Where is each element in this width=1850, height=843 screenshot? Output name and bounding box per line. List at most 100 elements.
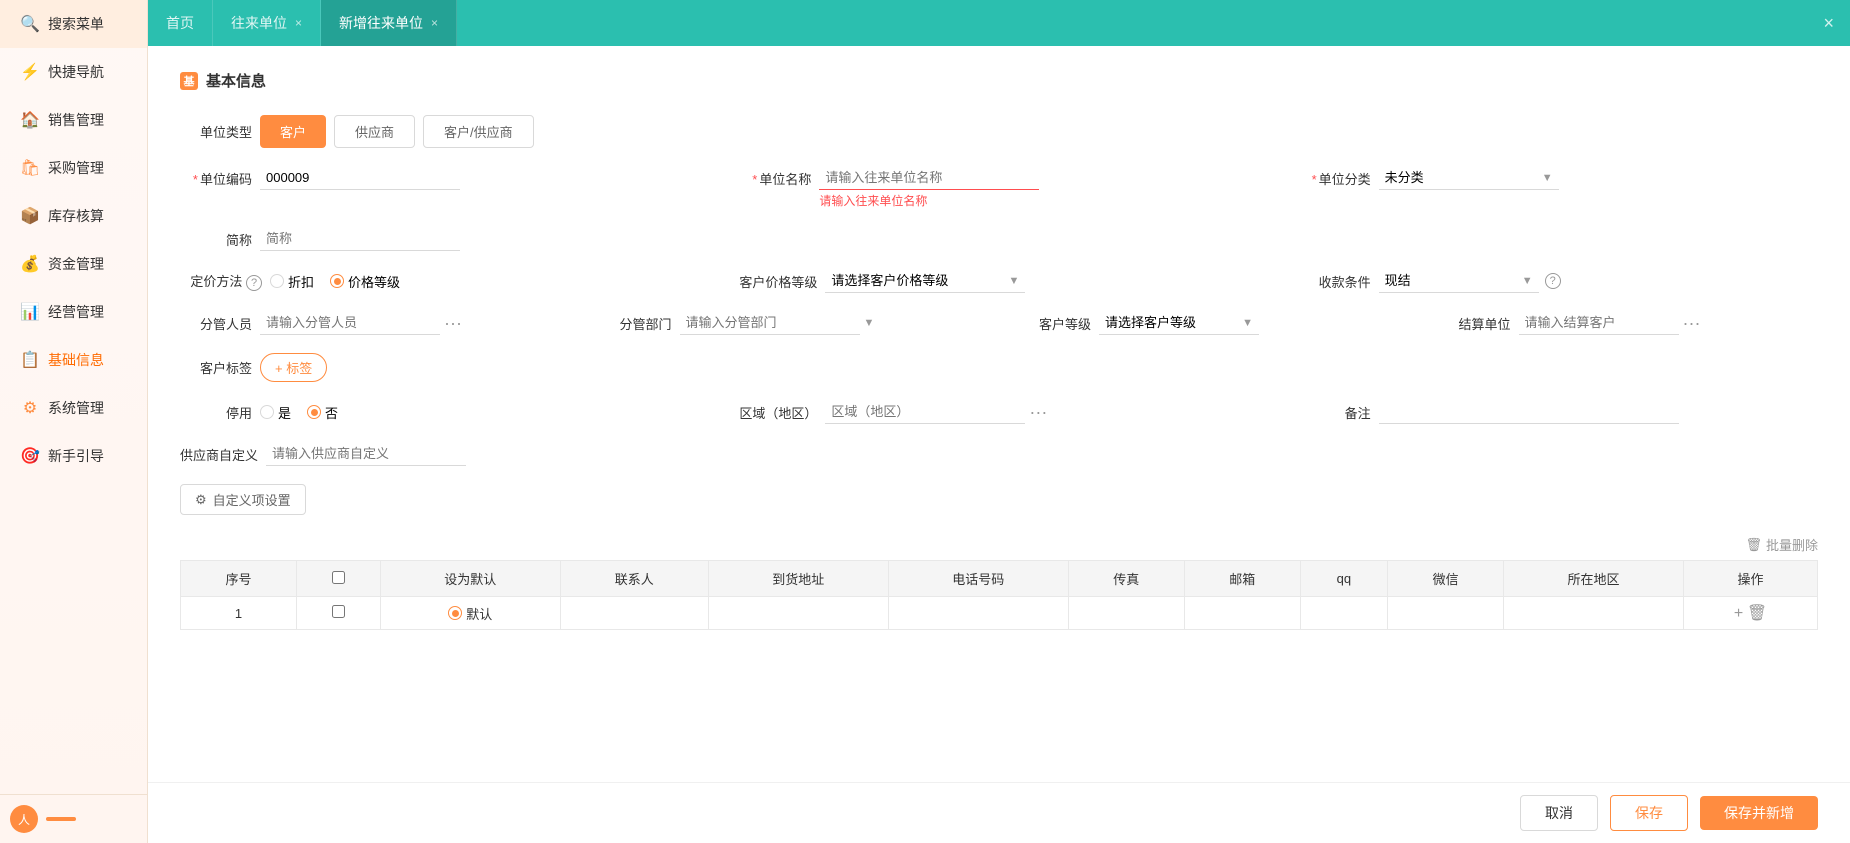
radio-default-inner [452, 610, 459, 617]
row-checkbox[interactable] [332, 605, 345, 618]
radio-no-label: 否 [325, 403, 338, 422]
btn-supplier[interactable]: 供应商 [334, 115, 415, 148]
sidebar-item-operations[interactable]: 📊 经营管理 [0, 288, 147, 336]
customer-level-select[interactable]: 请选择客户等级 [1099, 311, 1259, 335]
unit-name-input[interactable] [819, 166, 1039, 190]
field-customer-price-level: 客户价格等级 请选择客户价格等级 ▼ [739, 269, 1258, 293]
btn-customer[interactable]: 客户 [260, 115, 326, 148]
radio-discount[interactable]: 折扣 [270, 272, 314, 291]
td-address [708, 597, 888, 630]
th-qq: qq [1300, 561, 1387, 597]
unit-category-select[interactable]: 未分类 [1379, 166, 1559, 190]
settlement-input[interactable] [1519, 311, 1679, 335]
field-supplier-custom: 供应商自定义 [180, 442, 1818, 466]
delete-row-btn[interactable]: 🗑 [1747, 603, 1767, 623]
sidebar-bottom: 人 [0, 794, 147, 843]
add-tag-btn[interactable]: + 标签 [260, 353, 327, 382]
payment-terms-select[interactable]: 现结 [1379, 269, 1539, 293]
field-unit-name: 单位名称 请输入往来单位名称 [739, 166, 1258, 209]
tab-new-contact[interactable]: 新增往来单位 × [321, 0, 457, 46]
content-area: 基 基本信息 单位类型 客户 供应商 客户/供应商 单位编码 单位名称 [148, 46, 1850, 782]
th-contact: 联系人 [560, 561, 708, 597]
save-button[interactable]: 保存 [1610, 795, 1688, 831]
region-input[interactable] [825, 400, 1025, 424]
sidebar-bottom-bar [46, 817, 76, 821]
payment-help-icon[interactable]: ? [1545, 273, 1561, 289]
dept-input[interactable] [680, 311, 860, 335]
sidebar-item-inventory[interactable]: 📦 库存核算 [0, 192, 147, 240]
row-abbr: 简称 [180, 227, 1818, 251]
btn-both[interactable]: 客户/供应商 [423, 115, 534, 148]
manager-dots-btn[interactable]: ··· [440, 314, 466, 332]
help-icon[interactable]: ? [246, 275, 262, 291]
row-manager: 分管人员 ··· 分管部门 ▼ 客户等级 请选择客户等级 ▼ [180, 311, 1818, 335]
sidebar-item-basic[interactable]: 📋 基础信息 [0, 336, 147, 384]
tab-bar: 首页 往来单位 × 新增往来单位 × × [148, 0, 1850, 46]
radio-level[interactable]: 价格等级 [330, 272, 400, 291]
manager-input[interactable] [260, 311, 440, 335]
payment-terms-wrap: 现结 ▼ [1379, 269, 1539, 293]
sidebar-item-sales[interactable]: 🏠 销售管理 [0, 96, 147, 144]
row-tags: 客户标签 + 标签 [180, 353, 1818, 382]
sidebar-item-label: 经营管理 [48, 302, 104, 322]
home-icon: 🏠 [20, 110, 40, 130]
contacts-table: 序号 设为默认 联系人 到货地址 电话号码 传真 邮箱 qq 微信 所在地区 操… [180, 560, 1818, 630]
chart-icon: 📊 [20, 302, 40, 322]
custom-settings-btn[interactable]: ⚙ 自定义项设置 [180, 484, 306, 515]
th-wechat: 微信 [1388, 561, 1504, 597]
radio-level-label: 价格等级 [348, 272, 400, 291]
save-new-button[interactable]: 保存并新增 [1700, 796, 1818, 830]
unit-code-label: 单位编码 [180, 169, 260, 188]
unit-code-input[interactable] [260, 166, 460, 190]
field-disabled: 停用 是 否 [180, 403, 699, 422]
customer-level-label: 客户等级 [1019, 314, 1099, 333]
field-customer-level: 客户等级 请选择客户等级 ▼ [1019, 311, 1399, 335]
radio-yes[interactable]: 是 [260, 403, 291, 422]
table-header-row: 🗑 批量删除 [180, 535, 1818, 554]
tab-contacts-close[interactable]: × [295, 16, 302, 30]
td-default: 默认 [380, 597, 560, 630]
customer-tag-label: 客户标签 [180, 358, 260, 377]
batch-delete-btn[interactable]: 🗑 批量删除 [1745, 535, 1818, 554]
abbr-input[interactable] [260, 227, 460, 251]
sidebar-item-purchase[interactable]: 🛍 采购管理 [0, 144, 147, 192]
field-settlement: 结算单位 ··· [1439, 311, 1819, 335]
th-default: 设为默认 [380, 561, 560, 597]
clipboard-icon: 📋 [20, 350, 40, 370]
sidebar-item-guide[interactable]: 🎯 新手引导 [0, 432, 147, 480]
batch-delete-label: 批量删除 [1766, 535, 1818, 554]
close-all-tabs[interactable]: × [1807, 0, 1850, 46]
remark-input[interactable] [1379, 400, 1679, 424]
tab-contacts[interactable]: 往来单位 × [213, 0, 321, 46]
sidebar-item-finance[interactable]: 💰 资金管理 [0, 240, 147, 288]
customer-price-level-select[interactable]: 请选择客户价格等级 [825, 269, 1025, 293]
sidebar-item-search[interactable]: 🔍 搜索菜单 [0, 0, 147, 48]
supplier-custom-input[interactable] [266, 442, 466, 466]
customer-price-level-label: 客户价格等级 [739, 272, 825, 291]
td-qq [1300, 597, 1387, 630]
disabled-options: 是 否 [260, 403, 338, 422]
tab-new-contact-close[interactable]: × [431, 16, 438, 30]
settlement-dots-btn[interactable]: ··· [1679, 314, 1705, 332]
field-tags: 客户标签 + 标签 [180, 353, 1818, 382]
sidebar-item-system[interactable]: ⚙ 系统管理 [0, 384, 147, 432]
unit-category-select-wrap: 未分类 ▼ [1379, 166, 1559, 190]
select-all-checkbox[interactable] [332, 571, 345, 584]
table-header: 序号 设为默认 联系人 到货地址 电话号码 传真 邮箱 qq 微信 所在地区 操… [181, 561, 1818, 597]
radio-no[interactable]: 否 [307, 403, 338, 422]
tab-home[interactable]: 首页 [148, 0, 213, 46]
td-seq: 1 [181, 597, 297, 630]
disabled-label: 停用 [180, 403, 260, 422]
sidebar-item-quicknav[interactable]: ⚡ 快捷导航 [0, 48, 147, 96]
tab-home-label: 首页 [166, 13, 194, 33]
gear-icon-2: ⚙ [195, 492, 207, 508]
unit-name-error: 请输入往来单位名称 [819, 192, 927, 209]
add-row-btn[interactable]: + [1734, 605, 1743, 623]
radio-default[interactable]: 默认 [391, 604, 550, 623]
field-region: 区域（地区） ··· [739, 400, 1258, 424]
radio-no-outer [307, 405, 321, 419]
cancel-button[interactable]: 取消 [1520, 795, 1598, 831]
region-dots-btn[interactable]: ··· [1025, 403, 1051, 421]
field-unit-category: 单位分类 未分类 ▼ [1299, 166, 1818, 190]
radio-level-inner [334, 278, 341, 285]
